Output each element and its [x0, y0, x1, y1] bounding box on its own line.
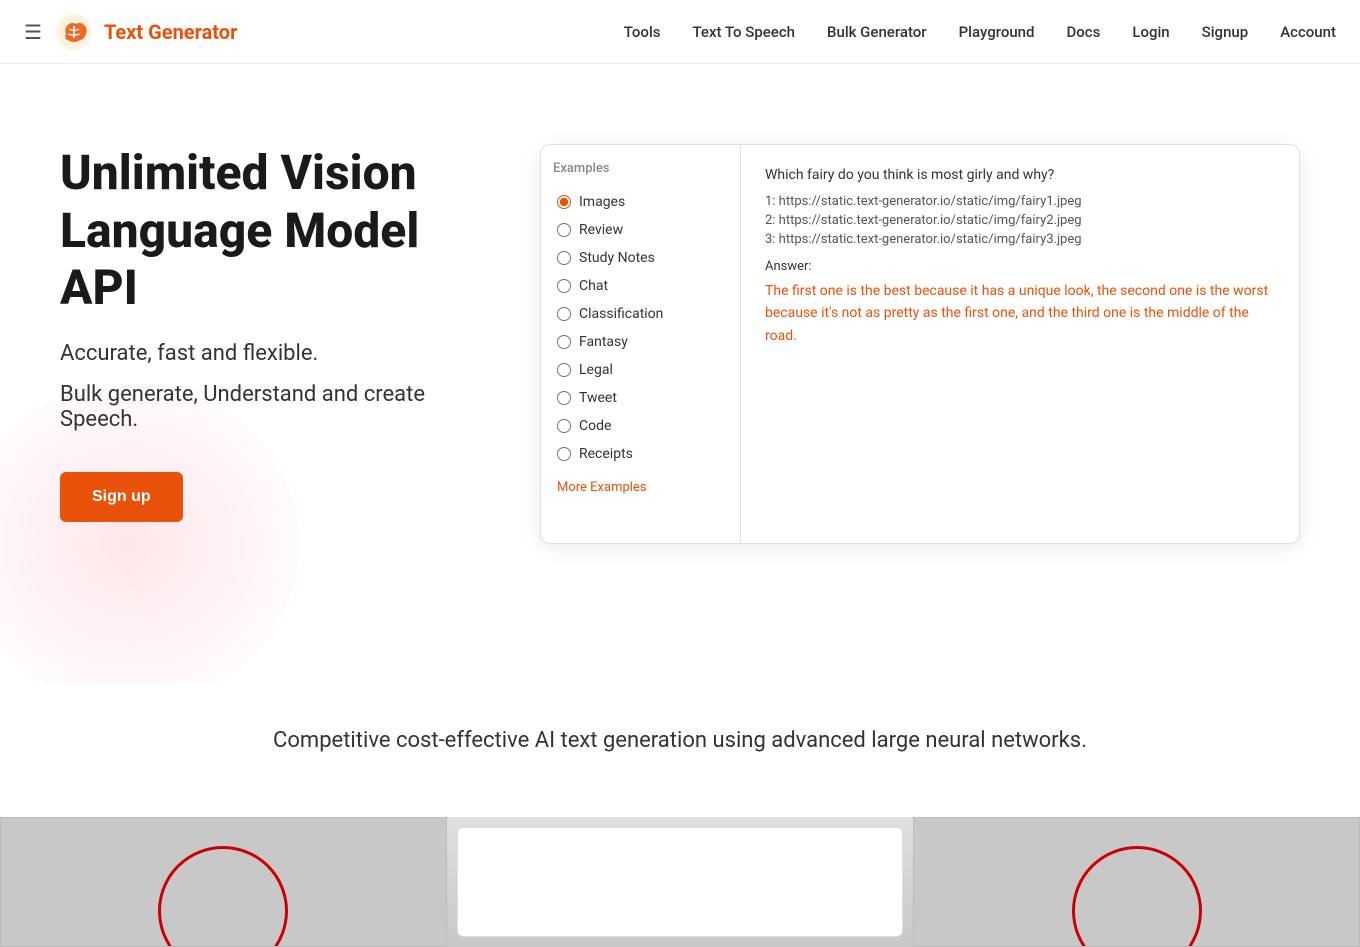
nav-text-to-speech[interactable]: Text To Speech	[692, 23, 795, 41]
radio-tweet[interactable]	[557, 391, 571, 405]
signup-button[interactable]: Sign up	[60, 472, 183, 522]
nav-login[interactable]: Login	[1132, 23, 1169, 41]
examples-card: Examples Images Review Study Notes Chat …	[540, 144, 1300, 544]
nav-account[interactable]: Account	[1280, 23, 1336, 41]
footer-tiles	[0, 817, 1360, 947]
brand-name: Text Generator	[104, 20, 237, 44]
hero-title: Unlimited Vision Language Model API	[60, 144, 500, 317]
radio-code[interactable]	[557, 419, 571, 433]
card-sidebar: Examples Images Review Study Notes Chat …	[541, 145, 741, 543]
category-study-notes[interactable]: Study Notes	[553, 244, 728, 272]
bottom-text: Competitive cost-effective AI text gener…	[60, 724, 1300, 757]
footer-tile-1	[0, 817, 447, 947]
nav-docs[interactable]: Docs	[1067, 23, 1101, 41]
card-answer-label: Answer:	[765, 259, 1275, 274]
radio-study-notes[interactable]	[557, 251, 571, 265]
radio-chat[interactable]	[557, 279, 571, 293]
nav-tools[interactable]: Tools	[624, 23, 661, 41]
sidebar-title: Examples	[553, 161, 728, 176]
radio-receipts[interactable]	[557, 447, 571, 461]
category-review[interactable]: Review	[553, 216, 728, 244]
hero-subtitle: Accurate, fast and flexible.	[60, 341, 500, 366]
more-examples-link[interactable]: More Examples	[553, 476, 728, 499]
footer-visual	[0, 817, 1360, 947]
category-code[interactable]: Code	[553, 412, 728, 440]
card-url-2: 2: https://static.text-generator.io/stat…	[765, 213, 1275, 228]
category-fantasy-label: Fantasy	[579, 334, 628, 350]
navbar: ☰ Text Generator Tools Text To Speech Bu…	[0, 0, 1360, 64]
category-images-label: Images	[579, 194, 625, 210]
category-images[interactable]: Images	[553, 188, 728, 216]
footer-tile-2	[457, 827, 904, 937]
hero-section: ✦ ✕ Unlimited Vision Language Model API …	[0, 64, 1360, 684]
category-legal[interactable]: Legal	[553, 356, 728, 384]
nav-links: Tools Text To Speech Bulk Generator Play…	[624, 22, 1336, 41]
brand-logo	[54, 12, 94, 52]
radio-images[interactable]	[557, 195, 571, 209]
category-fantasy[interactable]: Fantasy	[553, 328, 728, 356]
category-study-notes-label: Study Notes	[579, 250, 655, 266]
category-chat[interactable]: Chat	[553, 272, 728, 300]
hero-left: Unlimited Vision Language Model API Accu…	[60, 144, 540, 522]
nav-playground[interactable]: Playground	[959, 23, 1035, 41]
category-chat-label: Chat	[579, 278, 608, 294]
radio-review[interactable]	[557, 223, 571, 237]
radio-legal[interactable]	[557, 363, 571, 377]
nav-bulk-generator[interactable]: Bulk Generator	[827, 23, 927, 41]
category-receipts[interactable]: Receipts	[553, 440, 728, 468]
category-code-label: Code	[579, 418, 611, 434]
radio-fantasy[interactable]	[557, 335, 571, 349]
card-url-1: 1: https://static.text-generator.io/stat…	[765, 194, 1275, 209]
category-classification-label: Classification	[579, 306, 663, 322]
category-legal-label: Legal	[579, 362, 613, 378]
bottom-text-section: Competitive cost-effective AI text gener…	[0, 684, 1360, 817]
hamburger-icon[interactable]: ☰	[24, 20, 42, 44]
nav-signup[interactable]: Signup	[1202, 23, 1249, 41]
card-answer-text: The first one is the best because it has…	[765, 280, 1275, 347]
category-classification[interactable]: Classification	[553, 300, 728, 328]
category-tweet-label: Tweet	[579, 390, 617, 406]
radio-classification[interactable]	[557, 307, 571, 321]
category-tweet[interactable]: Tweet	[553, 384, 728, 412]
category-receipts-label: Receipts	[579, 446, 633, 462]
footer-tile-3	[913, 817, 1360, 947]
card-content: Which fairy do you think is most girly a…	[741, 145, 1299, 543]
category-review-label: Review	[579, 222, 623, 238]
card-question: Which fairy do you think is most girly a…	[765, 165, 1275, 186]
card-url-3: 3: https://static.text-generator.io/stat…	[765, 232, 1275, 247]
hero-subtitle2: Bulk generate, Understand and create Spe…	[60, 382, 500, 432]
